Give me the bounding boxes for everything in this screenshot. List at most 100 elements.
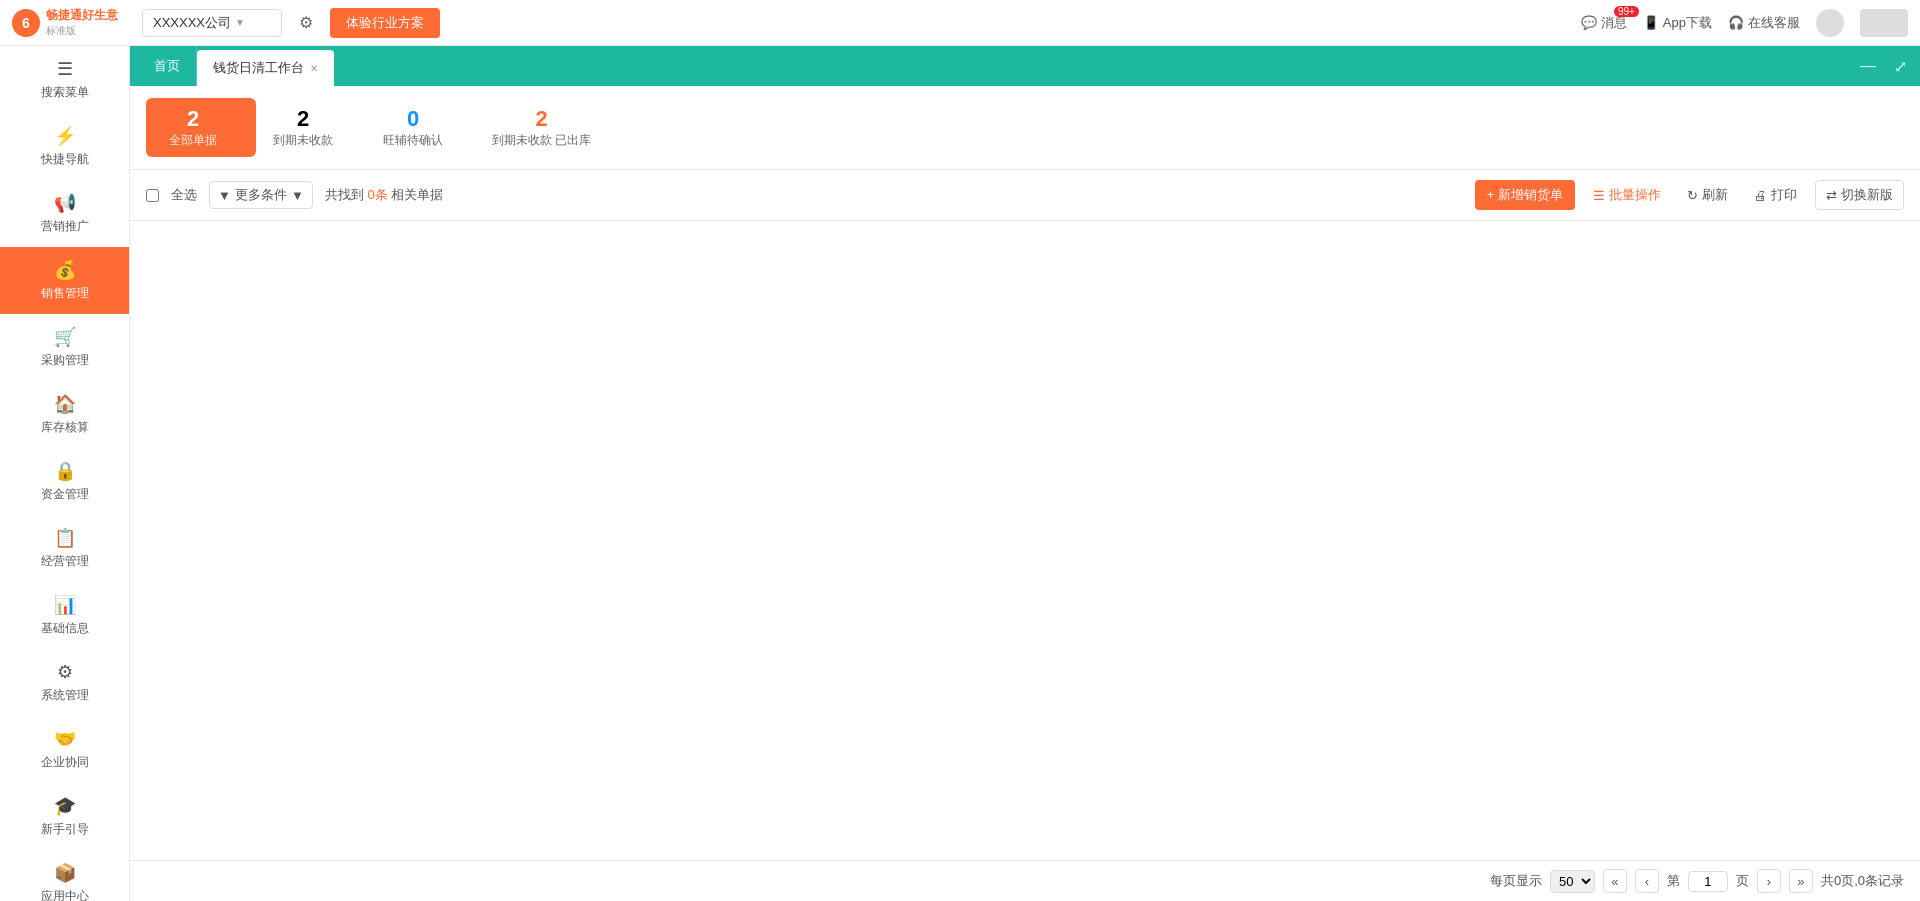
stat-num-wangfu: 0	[407, 106, 419, 132]
select-all-checkbox[interactable]	[146, 189, 159, 202]
stat-label-shipped: 到期未收款 已出库	[492, 132, 591, 149]
message-icon: 💬	[1581, 15, 1597, 30]
tabs-right-actions: — ⤢	[1856, 54, 1912, 78]
content-area: 首页 钱货日清工作台 ✕ — ⤢ 2 全部单据 2 到期未收款	[130, 46, 1920, 901]
table-area	[130, 221, 1920, 860]
batch-label: 批量操作	[1609, 186, 1661, 204]
switch-version-button[interactable]: ⇄ 切换新版	[1815, 180, 1904, 210]
print-label: 打印	[1771, 186, 1797, 204]
sidebar-label-purchase: 采购管理	[41, 352, 89, 369]
sidebar-label-guide: 新手引导	[41, 821, 89, 838]
print-icon: 🖨	[1754, 188, 1767, 203]
message-button[interactable]: 💬 消息 99+	[1581, 14, 1627, 32]
tab-home[interactable]: 首页	[138, 46, 197, 86]
sidebar-label-quicknav: 快捷导航	[41, 151, 89, 168]
user-name-area[interactable]	[1860, 9, 1908, 37]
found-count: 0条	[367, 187, 387, 202]
logo-text-group: 畅捷通好生意 标准版	[46, 7, 118, 38]
operations-icon: 📋	[54, 527, 76, 549]
purchase-icon: 🛒	[54, 326, 76, 348]
sidebar-item-guide[interactable]: 🎓 新手引导	[0, 783, 129, 850]
sidebar-label-app-center: 应用中心	[41, 888, 89, 901]
company-selector[interactable]: XXXXXX公司 ▼	[142, 9, 282, 37]
company-name: XXXXXX公司	[153, 14, 231, 32]
new-sales-order-button[interactable]: + 新增销货单	[1475, 180, 1575, 210]
stat-num-shipped: 2	[536, 106, 548, 132]
toolbar-right: + 新增销货单 ☰ 批量操作 ↻ 刷新 🖨 打印 ⇄	[1475, 180, 1904, 210]
headset-icon: 🎧	[1728, 15, 1744, 30]
tab-maximize-button[interactable]: ⤢	[1888, 54, 1912, 78]
tab-minimize-button[interactable]: —	[1856, 54, 1880, 78]
filter-button[interactable]: ▼ 更多条件 ▼	[209, 181, 313, 209]
top-header: 6 畅捷通好生意 标准版 XXXXXX公司 ▼ ⚙ 体验行业方案 💬 消息 99…	[0, 0, 1920, 46]
last-page-button[interactable]: »	[1789, 869, 1813, 893]
select-all-label: 全选	[171, 186, 197, 204]
app-badge: 标准版	[46, 24, 118, 38]
header-right: 💬 消息 99+ 📱 App下载 🎧 在线客服	[1581, 9, 1908, 37]
sidebar-item-inventory[interactable]: 🏠 库存核算	[0, 381, 129, 448]
sidebar-item-operations[interactable]: 📋 经营管理	[0, 515, 129, 582]
sidebar-item-search[interactable]: ☰ 搜索菜单	[0, 46, 129, 113]
filter-label: 更多条件	[235, 186, 287, 204]
sidebar-label-marketing: 营销推广	[41, 218, 89, 235]
sidebar-item-app-center[interactable]: 📦 应用中心	[0, 850, 129, 901]
main-layout: ☰ 搜索菜单 ⚡ 快捷导航 📢 营销推广 💰 销售管理 🛒 采购管理 🏠 库存核…	[0, 46, 1920, 901]
stat-card-overdue[interactable]: 2 到期未收款	[256, 98, 366, 157]
inventory-icon: 🏠	[54, 393, 76, 415]
chevron-down-icon: ▼	[235, 17, 245, 28]
page-content: 2 全部单据 2 到期未收款 0 旺辅待确认 2 到期未收款 已出库	[130, 86, 1920, 901]
refresh-label: 刷新	[1702, 186, 1728, 204]
pagination: 每页显示 50 « ‹ 第 页 › » 共0页,0条记录	[130, 860, 1920, 901]
app-center-icon: 📦	[54, 862, 76, 884]
sidebar-label-operations: 经营管理	[41, 553, 89, 570]
sidebar-item-quicknav[interactable]: ⚡ 快捷导航	[0, 113, 129, 180]
sidebar-item-enterprise[interactable]: 🤝 企业协同	[0, 716, 129, 783]
tabs-bar: 首页 钱货日清工作台 ✕ — ⤢	[130, 46, 1920, 86]
prev-page-button[interactable]: ‹	[1635, 869, 1659, 893]
settings-button[interactable]: ⚙	[290, 7, 322, 39]
sidebar-item-purchase[interactable]: 🛒 采购管理	[0, 314, 129, 381]
toolbar: 全选 ▼ 更多条件 ▼ 共找到 0条 相关单据 + 新增销货单 ☰ 批量操作	[130, 170, 1920, 221]
online-service-button[interactable]: 🎧 在线客服	[1728, 14, 1800, 32]
per-page-select[interactable]: 50	[1550, 870, 1595, 893]
guide-icon: 🎓	[54, 795, 76, 817]
stat-num-overdue: 2	[297, 106, 309, 132]
sidebar-item-system[interactable]: ⚙ 系统管理	[0, 649, 129, 716]
sidebar-label-search: 搜索菜单	[41, 84, 89, 101]
enterprise-icon: 🤝	[54, 728, 76, 750]
phone-icon: 📱	[1643, 15, 1659, 30]
quicknav-icon: ⚡	[54, 125, 76, 147]
page-number-input[interactable]	[1688, 871, 1728, 892]
app-download-label: App下载	[1663, 14, 1712, 32]
refresh-button[interactable]: ↻ 刷新	[1679, 182, 1736, 208]
stat-card-wangfu[interactable]: 0 旺辅待确认	[366, 98, 476, 157]
print-button[interactable]: 🖨 打印	[1746, 182, 1805, 208]
online-service-label: 在线客服	[1748, 14, 1800, 32]
sidebar-item-sales[interactable]: 💰 销售管理	[0, 247, 129, 314]
sidebar-label-sales: 销售管理	[41, 285, 89, 302]
sidebar-item-finance[interactable]: 🔒 资金管理	[0, 448, 129, 515]
switch-icon: ⇄	[1826, 188, 1837, 203]
experience-button[interactable]: 体验行业方案	[330, 8, 440, 38]
first-page-button[interactable]: «	[1603, 869, 1627, 893]
app-name: 畅捷通好生意	[46, 7, 118, 24]
stat-label-all: 全部单据	[169, 132, 217, 149]
avatar[interactable]	[1816, 9, 1844, 37]
sidebar-item-basic-info[interactable]: 📊 基础信息	[0, 582, 129, 649]
stat-num-all: 2	[187, 106, 199, 132]
sidebar: ☰ 搜索菜单 ⚡ 快捷导航 📢 营销推广 💰 销售管理 🛒 采购管理 🏠 库存核…	[0, 46, 130, 901]
sidebar-item-marketing[interactable]: 📢 营销推广	[0, 180, 129, 247]
sales-icon: 💰	[54, 259, 76, 281]
logo-area: 6 畅捷通好生意 标准版	[12, 7, 142, 38]
stat-label-wangfu: 旺辅待确认	[383, 132, 443, 149]
page-label: 第	[1667, 872, 1680, 890]
message-badge: 99+	[1614, 6, 1639, 17]
next-page-button[interactable]: ›	[1757, 869, 1781, 893]
batch-operation-button[interactable]: ☰ 批量操作	[1585, 182, 1669, 208]
tab-close-icon[interactable]: ✕	[310, 63, 318, 74]
tab-workbench[interactable]: 钱货日清工作台 ✕	[197, 50, 334, 86]
stat-card-all[interactable]: 2 全部单据	[146, 98, 256, 157]
page-suffix: 页	[1736, 872, 1749, 890]
app-download-button[interactable]: 📱 App下载	[1643, 14, 1712, 32]
stat-card-shipped[interactable]: 2 到期未收款 已出库	[476, 98, 623, 157]
